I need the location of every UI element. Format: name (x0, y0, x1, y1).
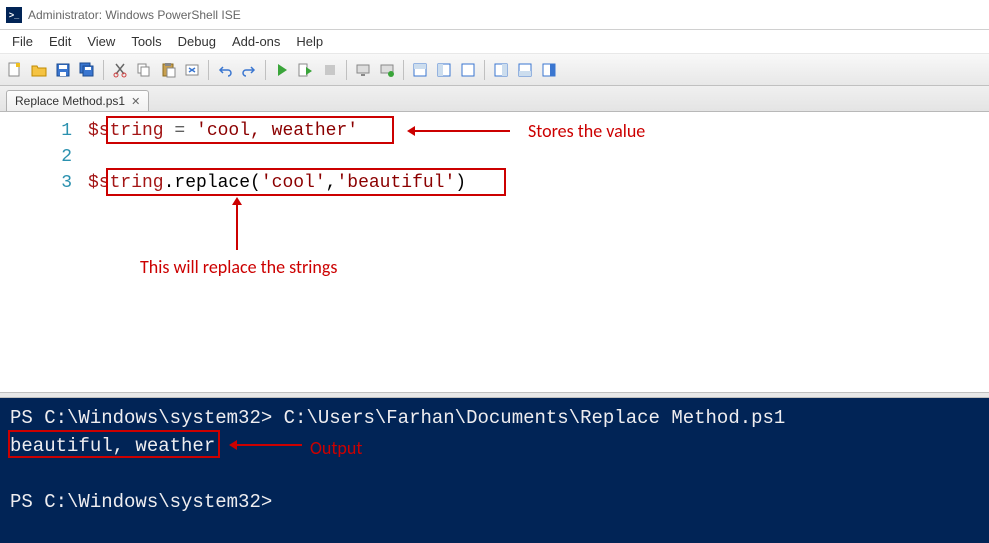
toolbar-separator (265, 60, 266, 80)
menu-debug[interactable]: Debug (170, 32, 224, 51)
copy-icon[interactable] (133, 59, 155, 81)
open-icon[interactable] (28, 59, 50, 81)
toolbar (0, 54, 989, 86)
tab-file[interactable]: Replace Method.ps1 ✕ (6, 90, 149, 111)
tab-bar: Replace Method.ps1 ✕ (0, 86, 989, 112)
clear-icon[interactable] (181, 59, 203, 81)
toolbar-separator (208, 60, 209, 80)
panel5-icon[interactable] (514, 59, 536, 81)
line-gutter: 1 2 3 (0, 112, 88, 392)
arrow-icon (232, 444, 302, 446)
menu-bar: File Edit View Tools Debug Add-ons Help (0, 30, 989, 54)
app-icon: >_ (6, 7, 22, 23)
saveall-icon[interactable] (76, 59, 98, 81)
code-area[interactable]: $string = 'cool, weather' $string.replac… (88, 112, 989, 392)
arrow-icon (410, 130, 510, 132)
tab-label: Replace Method.ps1 (15, 94, 125, 108)
panel2-icon[interactable] (433, 59, 455, 81)
runsel-icon[interactable] (295, 59, 317, 81)
run-icon[interactable] (271, 59, 293, 81)
menu-addons[interactable]: Add-ons (224, 32, 288, 51)
arrow-icon (236, 200, 238, 250)
annotation-text: This will replace the strings (140, 256, 337, 278)
cmdaddon-icon[interactable] (538, 59, 560, 81)
annotation-text: Output (310, 434, 362, 462)
stop-icon[interactable] (319, 59, 341, 81)
menu-help[interactable]: Help (288, 32, 331, 51)
undo-icon[interactable] (214, 59, 236, 81)
code-line: $string.replace('cool','beautiful') (88, 170, 989, 196)
redo-icon[interactable] (238, 59, 260, 81)
annotation-text: Stores the value (528, 120, 645, 142)
toolbar-separator (103, 60, 104, 80)
menu-edit[interactable]: Edit (41, 32, 79, 51)
newremote-icon[interactable] (376, 59, 398, 81)
title-bar: >_ Administrator: Windows PowerShell ISE (0, 0, 989, 30)
line-number: 3 (0, 170, 72, 196)
console-prompt: PS C:\Windows\system32> (10, 488, 979, 516)
menu-tools[interactable]: Tools (123, 32, 169, 51)
menu-view[interactable]: View (79, 32, 123, 51)
console-line: PS C:\Windows\system32> C:\Users\Farhan\… (10, 404, 979, 432)
remote-icon[interactable] (352, 59, 374, 81)
panel4-icon[interactable] (490, 59, 512, 81)
panel1-icon[interactable] (409, 59, 431, 81)
paste-icon[interactable] (157, 59, 179, 81)
panel3-icon[interactable] (457, 59, 479, 81)
script-editor[interactable]: 1 2 3 $string = 'cool, weather' $string.… (0, 112, 989, 392)
save-icon[interactable] (52, 59, 74, 81)
window-title: Administrator: Windows PowerShell ISE (28, 8, 241, 22)
console-line (10, 460, 979, 488)
close-icon[interactable]: ✕ (131, 95, 140, 108)
line-number: 1 (0, 118, 72, 144)
cut-icon[interactable] (109, 59, 131, 81)
console-pane[interactable]: PS C:\Windows\system32> C:\Users\Farhan\… (0, 398, 989, 543)
toolbar-separator (403, 60, 404, 80)
menu-file[interactable]: File (4, 32, 41, 51)
toolbar-separator (346, 60, 347, 80)
code-line (88, 144, 989, 170)
line-number: 2 (0, 144, 72, 170)
console-output: beautiful, weather (10, 432, 979, 460)
toolbar-separator (484, 60, 485, 80)
new-icon[interactable] (4, 59, 26, 81)
